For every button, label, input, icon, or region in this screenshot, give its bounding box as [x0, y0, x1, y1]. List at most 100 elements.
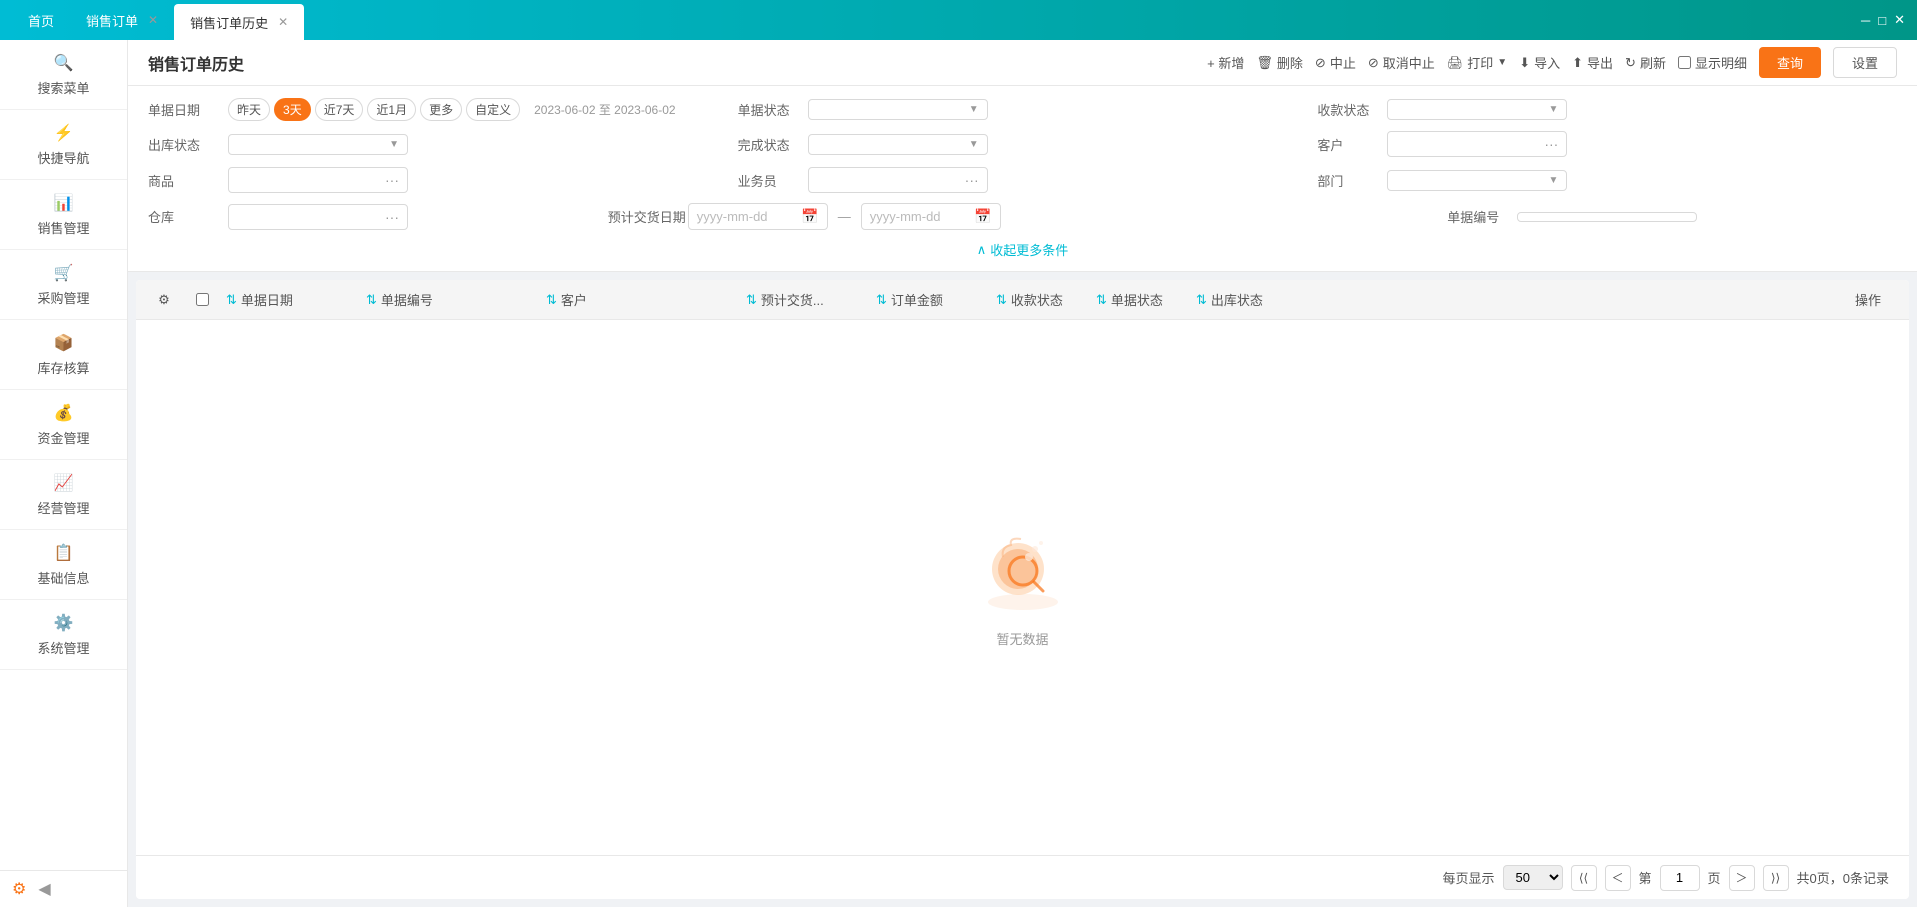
- th-out-status[interactable]: ⇅ 出库状态: [1190, 290, 1290, 309]
- status-select-arrow: ▼: [969, 104, 979, 115]
- salesman-input[interactable]: ···: [808, 167, 988, 193]
- select-all-checkbox[interactable]: [196, 293, 209, 306]
- sidebar-item-search[interactable]: 🔍 搜索菜单: [0, 40, 127, 110]
- order-num-input[interactable]: [1517, 212, 1697, 222]
- sidebar-item-sales[interactable]: 📊 销售管理: [0, 180, 127, 250]
- filter-row-4: 仓库 ··· 预计交货日期 yyyy-mm-dd 📅 — yyyy-mm-d: [148, 203, 1897, 230]
- sidebar-item-quick-nav[interactable]: ⚡ 快捷导航: [0, 110, 127, 180]
- print-label: 打印: [1467, 53, 1493, 72]
- th-checkbox[interactable]: [184, 293, 220, 306]
- salesman-dots-icon[interactable]: ···: [965, 172, 979, 188]
- tab-sales-order-history-close[interactable]: ✕: [278, 15, 288, 29]
- date-btn-7days[interactable]: 近7天: [315, 98, 364, 121]
- export-button[interactable]: ⬆ 导出: [1572, 53, 1613, 72]
- goods-dots-icon[interactable]: ···: [385, 172, 399, 188]
- window-max-icon[interactable]: □: [1878, 13, 1886, 28]
- sidebar: 🔍 搜索菜单 ⚡ 快捷导航 📊 销售管理 🛒 采购管理 📦 库存核算 💰 资金管…: [0, 40, 128, 907]
- th-num-label: 单据编号: [381, 290, 433, 309]
- receipt-status-arrow: ▼: [1548, 104, 1558, 115]
- sort-customer-icon: ⇅: [546, 292, 557, 308]
- th-delivery[interactable]: ⇅ 预计交货...: [740, 290, 870, 309]
- next-page-button[interactable]: ＞: [1729, 865, 1755, 891]
- refresh-button[interactable]: ↻ 刷新: [1625, 53, 1666, 72]
- warehouse-input[interactable]: ···: [228, 204, 408, 230]
- tab-sales-order-history[interactable]: 销售订单历史 ✕: [174, 4, 304, 40]
- sort-amount-icon: ⇅: [876, 292, 887, 308]
- department-arrow: ▼: [1548, 175, 1558, 186]
- new-button[interactable]: + 新增: [1207, 53, 1244, 72]
- date-buttons: 昨天 3天 近7天 近1月 更多 自定义: [228, 98, 520, 121]
- date-btn-1month[interactable]: 近1月: [367, 98, 416, 121]
- tab-sales-order[interactable]: 销售订单 ✕: [70, 0, 174, 40]
- collapse-up-icon: ∧: [977, 242, 987, 258]
- th-settings[interactable]: ⚙: [144, 292, 184, 308]
- department-label: 部门: [1317, 171, 1387, 190]
- print-button[interactable]: 🖨 打印 ▼: [1447, 53, 1507, 72]
- window-close-icon[interactable]: ✕: [1894, 12, 1905, 28]
- stop-button[interactable]: ⊘ 中止: [1315, 53, 1356, 72]
- date-btn-custom[interactable]: 自定义: [466, 98, 520, 121]
- per-page-select[interactable]: 50 10 20 100: [1503, 865, 1563, 890]
- page-number-input[interactable]: [1660, 865, 1700, 891]
- settings-button[interactable]: 设置: [1833, 47, 1897, 78]
- first-page-button[interactable]: ⟨⟨: [1571, 865, 1597, 891]
- date-filter-label: 单据日期: [148, 100, 228, 119]
- calendar-end-icon[interactable]: 📅: [974, 208, 991, 225]
- sidebar-item-inventory[interactable]: 📦 库存核算: [0, 320, 127, 390]
- th-customer[interactable]: ⇅ 客户: [540, 290, 740, 309]
- goods-input[interactable]: ···: [228, 167, 408, 193]
- import-button[interactable]: ⬇ 导入: [1519, 53, 1560, 72]
- total-text: 共0页，0条记录: [1797, 868, 1889, 887]
- tab-home[interactable]: 首页: [12, 0, 70, 40]
- sidebar-item-system[interactable]: ⚙️ 系统管理: [0, 600, 127, 670]
- content-area: 销售订单历史 + 新增 🗑 删除 ⊘ 中止 ⊘ 取消中止 🖨: [128, 40, 1917, 907]
- sidebar-item-basic-info[interactable]: 📋 基础信息: [0, 530, 127, 600]
- department-select[interactable]: ▼: [1387, 170, 1567, 191]
- sidebar-item-purchase[interactable]: 🛒 采购管理: [0, 250, 127, 320]
- collapse-button[interactable]: ∧ 收起更多条件: [148, 240, 1897, 259]
- date-btn-yesterday[interactable]: 昨天: [228, 98, 270, 121]
- prev-page-button[interactable]: ＜: [1605, 865, 1631, 891]
- sidebar-item-operations[interactable]: 📈 经营管理: [0, 460, 127, 530]
- th-number[interactable]: ⇅ 单据编号: [360, 290, 540, 309]
- show-detail-input[interactable]: [1678, 56, 1691, 69]
- table-settings-icon[interactable]: ⚙: [158, 292, 170, 308]
- out-status-select[interactable]: ▼: [228, 134, 408, 155]
- cancel-stop-button[interactable]: ⊘ 取消中止: [1368, 53, 1435, 72]
- sidebar-settings-icon[interactable]: ⚙: [12, 879, 26, 899]
- th-receipt-status[interactable]: ⇅ 收款状态: [990, 290, 1090, 309]
- complete-status-select[interactable]: ▼: [808, 134, 988, 155]
- calendar-start-icon[interactable]: 📅: [801, 208, 818, 225]
- sidebar-collapse-icon[interactable]: ◀: [38, 879, 50, 899]
- th-order-status[interactable]: ⇅ 单据状态: [1090, 290, 1190, 309]
- last-page-button[interactable]: ⟩⟩: [1763, 865, 1789, 891]
- refresh-label: 刷新: [1640, 53, 1666, 72]
- query-button[interactable]: 查询: [1759, 47, 1821, 78]
- th-action-label: 操作: [1855, 290, 1881, 309]
- delivery-date-end-input[interactable]: yyyy-mm-dd 📅: [861, 203, 1001, 230]
- th-amount[interactable]: ⇅ 订单金额: [870, 290, 990, 309]
- delete-button[interactable]: 🗑 删除: [1256, 53, 1303, 72]
- th-date[interactable]: ⇅ 单据日期: [220, 290, 360, 309]
- table-area: ⚙ ⇅ 单据日期 ⇅ 单据编号 ⇅ 客户 ⇅: [136, 280, 1909, 899]
- date-btn-3days[interactable]: 3天: [274, 98, 311, 121]
- receipt-status-control: ▼: [1387, 99, 1897, 120]
- tab-sales-order-close[interactable]: ✕: [148, 13, 158, 27]
- date-btn-more[interactable]: 更多: [420, 98, 462, 121]
- customer-input[interactable]: ···: [1387, 131, 1567, 157]
- show-detail-checkbox[interactable]: 显示明细: [1678, 53, 1747, 72]
- sidebar-item-finance[interactable]: 💰 资金管理: [0, 390, 127, 460]
- window-min-icon[interactable]: ─: [1861, 13, 1870, 28]
- export-label: 导出: [1587, 53, 1613, 72]
- delete-label: 删除: [1277, 53, 1303, 72]
- sidebar-bottom: ⚙ ◀: [0, 870, 127, 907]
- customer-dots-icon[interactable]: ···: [1544, 136, 1558, 152]
- delivery-date-start-input[interactable]: yyyy-mm-dd 📅: [688, 203, 828, 230]
- warehouse-dots-icon[interactable]: ···: [385, 209, 399, 225]
- stop-icon: ⊘: [1315, 55, 1326, 71]
- receipt-status-select[interactable]: ▼: [1387, 99, 1567, 120]
- tab-home-label: 首页: [28, 11, 54, 30]
- page-label: 第: [1639, 868, 1652, 887]
- complete-status-control: ▼: [808, 134, 1318, 155]
- status-select[interactable]: ▼: [808, 99, 988, 120]
